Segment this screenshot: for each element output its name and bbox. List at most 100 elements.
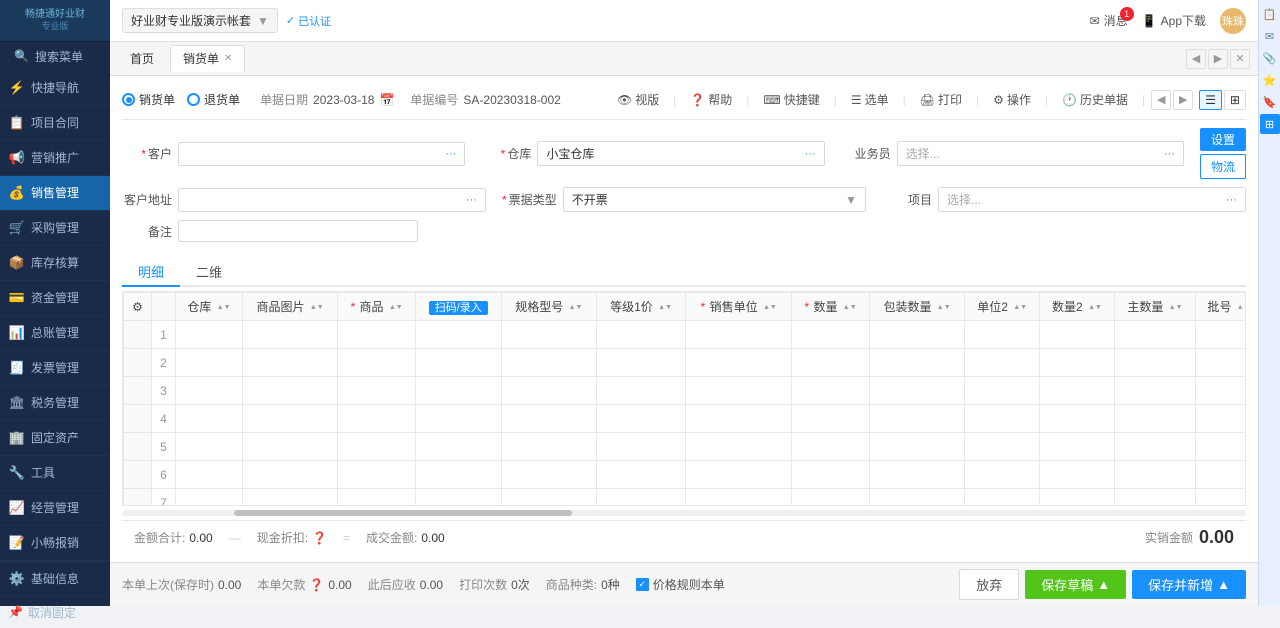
next-tab-button[interactable]: ▶ bbox=[1208, 49, 1228, 69]
message-icon: ✉ bbox=[1090, 14, 1100, 28]
sales-unit-sort-icon: ▲▼ bbox=[763, 304, 777, 311]
customer-picker-icon[interactable]: ··· bbox=[445, 148, 456, 160]
sidebar-item-capital[interactable]: 💳 资金管理 bbox=[0, 281, 110, 316]
app-download-button[interactable]: 📱 App下载 bbox=[1142, 12, 1206, 29]
col-header-main-qty[interactable]: 主数量 ▲▼ bbox=[1114, 293, 1195, 321]
grid-view-btn[interactable]: ☰ bbox=[1199, 90, 1222, 110]
sidebar-item-project[interactable]: 📋 项目合同 bbox=[0, 106, 110, 141]
project-icon: 📋 bbox=[8, 114, 26, 132]
col-header-product-image[interactable]: 商品图片 ▲▼ bbox=[242, 293, 337, 321]
table-row: 1 🗑 ⧉ bbox=[124, 321, 1247, 349]
sidebar-item-sales[interactable]: 💰 销售管理 bbox=[0, 176, 110, 211]
prev-tab-button[interactable]: ◀ bbox=[1186, 49, 1206, 69]
basic-icon: ⚙️ bbox=[8, 570, 26, 588]
shortcut-btn[interactable]: ⌨ 快捷键 bbox=[755, 88, 827, 111]
save-new-button[interactable]: 保存并新增 ▲ bbox=[1132, 570, 1246, 599]
abandon-button[interactable]: 放弃 bbox=[959, 569, 1019, 600]
radio-sales-order[interactable]: 销货单 bbox=[122, 91, 175, 108]
salesperson-picker-icon[interactable]: ··· bbox=[1164, 148, 1175, 160]
right-panel-btn-1[interactable]: 📋 bbox=[1260, 4, 1280, 24]
sidebar-bottom: ⚙️ 基础信息 📌 取消固定 bbox=[0, 561, 110, 628]
sidebar-item-marketing[interactable]: 📢 营销推广 bbox=[0, 141, 110, 176]
message-button[interactable]: ✉ 消息 1 bbox=[1090, 12, 1128, 29]
address-input[interactable]: ··· bbox=[178, 188, 486, 212]
save-draft-button[interactable]: 保存草稿 ▲ bbox=[1025, 570, 1126, 599]
settings-button[interactable]: 设置 bbox=[1200, 128, 1246, 151]
col-header-product[interactable]: 商品 ▲▼ bbox=[338, 293, 416, 321]
select-btn[interactable]: ☰ 选单 bbox=[843, 88, 897, 111]
horizontal-scrollbar[interactable] bbox=[122, 506, 1246, 520]
project-field: 项目 选择... ··· bbox=[882, 187, 1246, 212]
sidebar-item-tax[interactable]: 🏛 税务管理 bbox=[0, 386, 110, 421]
sidebar-item-report[interactable]: 📝 小畅报销 bbox=[0, 526, 110, 561]
col-header-quantity[interactable]: 数量 ▲▼ bbox=[792, 293, 870, 321]
customer-input[interactable]: ··· bbox=[178, 142, 465, 166]
sidebar-item-tools[interactable]: 🔧 工具 bbox=[0, 456, 110, 491]
sidebar-item-purchase[interactable]: 🛒 采购管理 bbox=[0, 211, 110, 246]
user-avatar-button[interactable]: 珠珠 bbox=[1220, 8, 1246, 34]
product-sort-icon: ▲▼ bbox=[389, 304, 403, 311]
right-panel-btn-6[interactable]: ⊞ bbox=[1260, 114, 1280, 134]
company-selector[interactable]: 好业财专业版演示帐套 ▼ bbox=[122, 8, 278, 33]
help-btn[interactable]: ❓ 帮助 bbox=[682, 88, 740, 111]
right-panel-btn-4[interactable]: ⭐ bbox=[1260, 70, 1280, 90]
project-picker-icon[interactable]: ··· bbox=[1226, 194, 1237, 206]
prev-record-btn[interactable]: ◀ bbox=[1151, 90, 1171, 110]
col-header-settings[interactable]: ⚙ bbox=[124, 293, 152, 321]
last-amount-item: 本单上次(保存时) 0.00 bbox=[122, 576, 241, 593]
right-panel-btn-5[interactable]: 🔖 bbox=[1260, 92, 1280, 112]
sidebar-cancel-fixed[interactable]: 📌 取消固定 bbox=[0, 597, 110, 628]
sidebar-item-invoice[interactable]: 🧾 发票管理 bbox=[0, 351, 110, 386]
tab-close-icon[interactable]: ✕ bbox=[224, 53, 232, 64]
close-tab-button[interactable]: ✕ bbox=[1230, 49, 1250, 69]
tab-sales-order[interactable]: 销货单 ✕ bbox=[170, 45, 245, 72]
right-panel-btn-2[interactable]: ✉ bbox=[1260, 26, 1280, 46]
right-panel-btn-3[interactable]: 📎 bbox=[1260, 48, 1280, 68]
print-btn[interactable]: 🖨 打印 bbox=[912, 88, 970, 111]
col-header-qty2[interactable]: 数量2 ▲▼ bbox=[1040, 293, 1115, 321]
sidebar-item-fixed-assets[interactable]: 🏢 固定资产 bbox=[0, 421, 110, 456]
discount-help-icon[interactable]: ❓ bbox=[312, 531, 327, 545]
operation-btn[interactable]: ⚙ 操作 bbox=[985, 88, 1039, 111]
tab-home[interactable]: 首页 bbox=[118, 46, 166, 71]
col-header-warehouse[interactable]: 仓库 ▲▼ bbox=[176, 293, 243, 321]
warehouse-picker-icon[interactable]: ··· bbox=[805, 148, 816, 160]
certified-badge: ✓ 已认证 bbox=[286, 13, 331, 29]
tab-nav-detail[interactable]: 明细 bbox=[122, 258, 180, 287]
remarks-input[interactable] bbox=[178, 220, 418, 242]
project-input[interactable]: 选择... ··· bbox=[938, 187, 1246, 212]
product-image-sort-icon: ▲▼ bbox=[310, 304, 324, 311]
owe-help-icon[interactable]: ❓ bbox=[309, 578, 324, 592]
help-icon: ❓ bbox=[690, 93, 705, 107]
sidebar-item-quick-nav[interactable]: ⚡ 快捷导航 bbox=[0, 71, 110, 106]
col-header-unit2[interactable]: 单位2 ▲▼ bbox=[965, 293, 1040, 321]
list-view-btn[interactable]: ⊞ bbox=[1224, 90, 1246, 110]
owe-value: 0.00 bbox=[328, 578, 351, 592]
next-record-btn[interactable]: ▶ bbox=[1173, 90, 1193, 110]
col-header-batch[interactable]: 批号 ▲▼ bbox=[1196, 293, 1246, 321]
invoice-type-select[interactable]: 不开票 ▼ bbox=[563, 187, 866, 212]
col-header-sales-unit[interactable]: 销售单位 ▲▼ bbox=[686, 293, 792, 321]
address-picker-icon[interactable]: ··· bbox=[466, 194, 477, 206]
price-rule-checkbox[interactable]: ✓ bbox=[636, 578, 649, 591]
warehouse-input[interactable]: 小宝仓库 ··· bbox=[537, 141, 824, 166]
tab-nav-arrows: ◀ ▶ ✕ bbox=[1186, 49, 1250, 69]
col-header-price1[interactable]: 等级1价 ▲▼ bbox=[597, 293, 686, 321]
sidebar-item-basic[interactable]: ⚙️ 基础信息 bbox=[0, 562, 110, 597]
col-header-spec[interactable]: 规格型号 ▲▼ bbox=[501, 293, 596, 321]
view-btn[interactable]: 👁 视版 bbox=[609, 88, 667, 111]
price-rule-item[interactable]: ✓ 价格规则本单 bbox=[636, 576, 725, 593]
col-header-batch-import[interactable]: 扫码/录入 bbox=[415, 293, 501, 321]
sidebar-item-general[interactable]: 📊 总账管理 bbox=[0, 316, 110, 351]
history-btn[interactable]: 🕐 历史单据 bbox=[1054, 88, 1136, 111]
radio-return-order[interactable]: 退货单 bbox=[187, 91, 240, 108]
col-header-pack-qty[interactable]: 包装数量 ▲▼ bbox=[869, 293, 964, 321]
tab-nav-2d[interactable]: 二维 bbox=[180, 258, 238, 287]
sidebar-item-search[interactable]: 🔍 搜索菜单 bbox=[0, 42, 110, 71]
logistics-button[interactable]: 物流 bbox=[1200, 154, 1246, 179]
view-icon: 👁 bbox=[617, 93, 632, 107]
sidebar-item-inventory[interactable]: 📦 库存核算 bbox=[0, 246, 110, 281]
sidebar-item-operations[interactable]: 📈 经营管理 bbox=[0, 491, 110, 526]
salesperson-input[interactable]: 选择... ··· bbox=[897, 141, 1184, 166]
calendar-icon[interactable]: 📅 bbox=[379, 93, 394, 107]
